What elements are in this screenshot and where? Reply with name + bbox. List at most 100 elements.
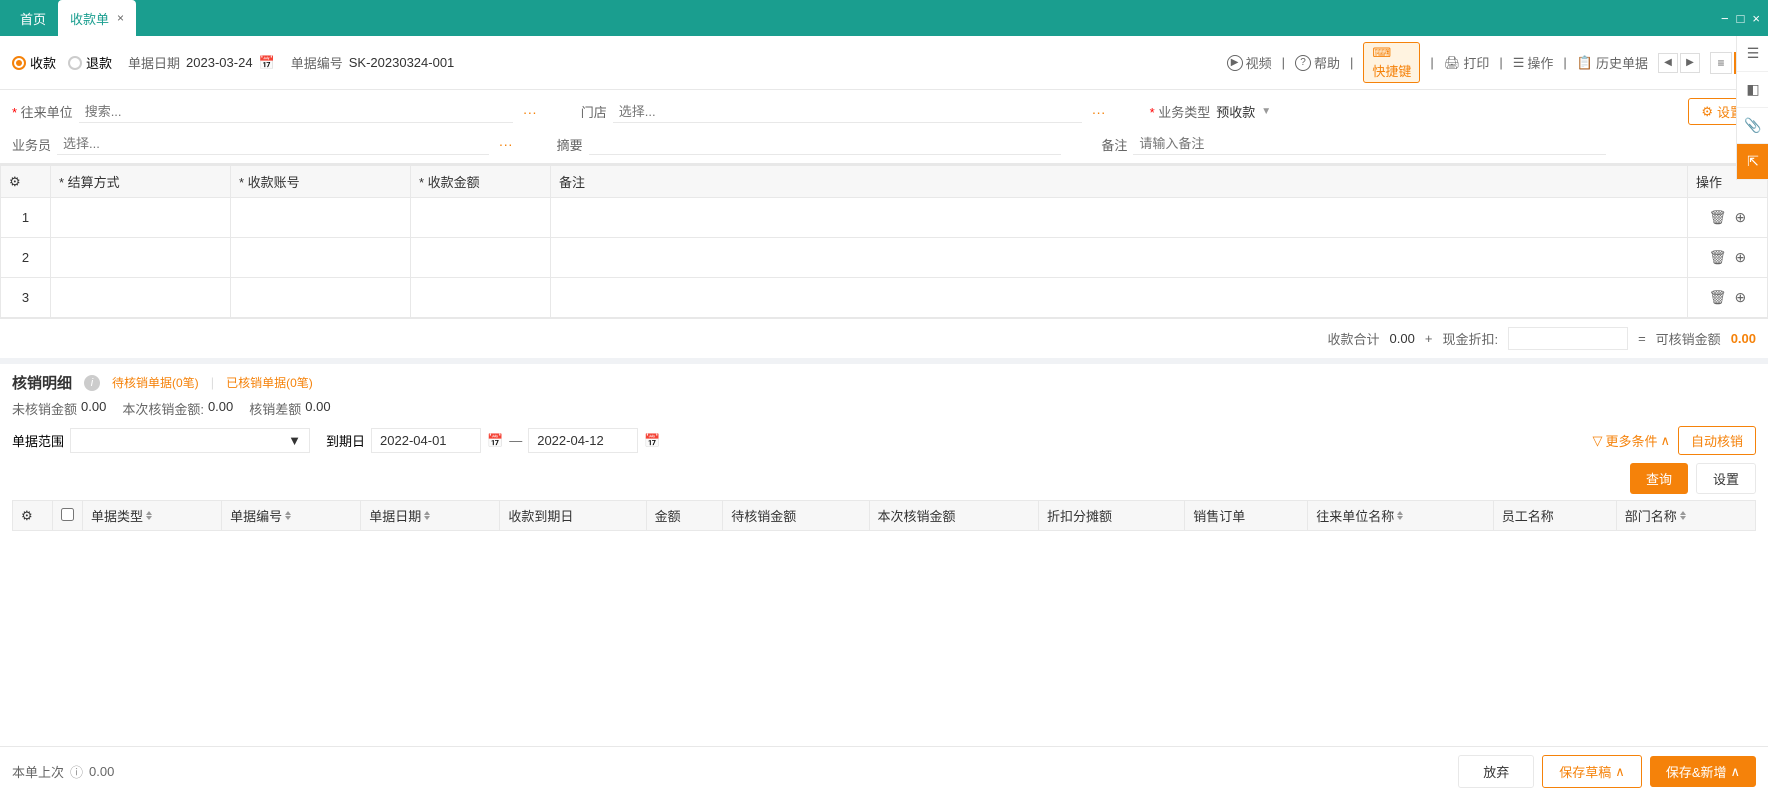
row-copy-icon-3[interactable]: ⊕ <box>1735 289 1747 306</box>
help-btn[interactable]: ? 帮助 <box>1295 53 1340 72</box>
operate-btn[interactable]: ☰ 操作 <box>1513 53 1554 72</box>
verify-settings-btn[interactable]: 设置 <box>1696 463 1756 494</box>
row-settlement-1[interactable] <box>51 198 231 238</box>
sort-doc-type[interactable] <box>146 511 152 520</box>
right-panel-icon-1[interactable]: ☰ <box>1737 36 1768 72</box>
store-more-btn[interactable]: ··· <box>1088 104 1110 120</box>
shortcuts-btn[interactable]: ⌨ 快捷键 <box>1363 42 1420 83</box>
row-amount-3[interactable] <box>411 278 551 318</box>
date-from-input[interactable] <box>371 428 481 453</box>
save-draft-btn[interactable]: 保存草稿 ∧ <box>1542 755 1642 788</box>
diff-value: 0.00 <box>305 399 330 418</box>
current-label: 本次核销金额: <box>122 399 204 418</box>
calendar-icon[interactable]: 📅 <box>259 55 275 71</box>
save-draft-arrow[interactable]: ∧ <box>1615 764 1625 780</box>
help-icon: ? <box>1295 55 1311 71</box>
done-verify-tab[interactable]: 已核销单据(0笔) <box>226 374 313 391</box>
vth-gear[interactable]: ⚙ <box>13 501 53 531</box>
salesperson-input[interactable] <box>57 133 489 155</box>
video-btn[interactable]: ▶ 视频 <box>1227 53 1272 72</box>
abandon-btn[interactable]: 放弃 <box>1458 755 1534 788</box>
row-account-2[interactable] <box>231 238 411 278</box>
counterpart-field: 往来单位 ··· <box>12 101 541 123</box>
query-btn[interactable]: 查询 <box>1630 463 1688 494</box>
tab-receipt[interactable]: 收款单 × <box>58 0 136 36</box>
counterpart-more-btn[interactable]: ··· <box>519 104 541 120</box>
next-arrow[interactable]: ▶ <box>1680 53 1700 73</box>
footer-info-icon[interactable]: ⓘ <box>70 762 83 781</box>
summary-input[interactable] <box>589 133 1062 155</box>
row-settlement-3[interactable] <box>51 278 231 318</box>
select-all-checkbox[interactable] <box>61 508 74 521</box>
diff-label: 核销差额 <box>249 399 301 418</box>
counterpart-input[interactable] <box>79 101 513 123</box>
row-settlement-2[interactable] <box>51 238 231 278</box>
date-from-icon[interactable]: 📅 <box>487 433 503 449</box>
right-panel-icon-4[interactable]: ⇱ <box>1737 144 1768 180</box>
operate-label: 操作 <box>1527 53 1553 72</box>
due-date-filter: 到期日 📅 — 📅 <box>326 428 660 453</box>
verify-title: 核销明细 <box>12 372 72 393</box>
right-panel-icon-3[interactable]: 📎 <box>1737 108 1768 144</box>
row-remark-2[interactable] <box>551 238 1688 278</box>
maximize-icon[interactable]: □ <box>1737 11 1745 26</box>
tab-home[interactable]: 首页 <box>8 0 58 36</box>
verify-table-container: ⚙ 单据类型 <box>12 500 1756 738</box>
th-gear[interactable]: ⚙ <box>1 166 51 198</box>
biz-type-arrow[interactable]: ▼ <box>1261 106 1271 117</box>
biz-type-value: 预收款 <box>1216 102 1255 121</box>
refund-radio[interactable]: 退款 <box>68 53 112 72</box>
form-row-1: 往来单位 ··· 门店 ··· 业务类型 预收款 ▼ ⚙ 设置 <box>12 98 1756 125</box>
store-input[interactable] <box>613 101 1082 123</box>
sort-counterpart[interactable] <box>1397 511 1403 520</box>
print-btn[interactable]: 🖨 打印 <box>1444 53 1490 72</box>
date-field: 单据日期 2023-03-24 📅 <box>128 53 275 72</box>
date-to-input[interactable] <box>528 428 638 453</box>
sort-dept[interactable] <box>1680 511 1686 520</box>
range-select[interactable]: ▼ <box>70 428 310 453</box>
row-copy-icon-2[interactable]: ⊕ <box>1735 249 1747 266</box>
close-icon[interactable]: × <box>1752 11 1760 26</box>
sort-doc-date[interactable] <box>424 511 430 520</box>
biz-type-field: 业务类型 预收款 ▼ <box>1150 102 1679 121</box>
current-stat: 本次核销金额: 0.00 <box>122 399 233 418</box>
pending-verify-tab[interactable]: 待核销单据(0笔) <box>112 374 199 391</box>
remark-input[interactable] <box>1133 133 1606 155</box>
row-amount-1[interactable] <box>411 198 551 238</box>
row-copy-icon-1[interactable]: ⊕ <box>1735 209 1747 226</box>
row-remark-3[interactable] <box>551 278 1688 318</box>
more-conditions-label: 更多条件 <box>1605 431 1657 450</box>
row-delete-icon-1[interactable]: 🗑 <box>1709 209 1727 226</box>
save-new-arrow[interactable]: ∧ <box>1730 764 1740 780</box>
row-remark-1[interactable] <box>551 198 1688 238</box>
list-view-btn[interactable]: ≡ <box>1710 52 1732 74</box>
row-account-1[interactable] <box>231 198 411 238</box>
history-btn[interactable]: 📋 历史单据 <box>1577 53 1648 72</box>
th-account: * 收款账号 <box>231 166 411 198</box>
data-table-container: ⚙ * 结算方式 * 收款账号 * 收款金额 备注 操作 <box>0 164 1768 318</box>
more-conditions-btn[interactable]: ▽ 更多条件 ∧ <box>1592 431 1670 450</box>
row-amount-2[interactable] <box>411 238 551 278</box>
sort-doc-no[interactable] <box>285 511 291 520</box>
query-buttons: 查询 设置 <box>12 463 1756 494</box>
prev-arrow[interactable]: ◀ <box>1658 53 1678 73</box>
date-to-icon[interactable]: 📅 <box>644 433 660 449</box>
receipt-radio[interactable]: 收款 <box>12 53 56 72</box>
verify-info-icon: i <box>84 375 100 391</box>
salesperson-more-btn[interactable]: ··· <box>495 136 517 152</box>
filter-right: ▽ 更多条件 ∧ 自动核销 <box>1592 426 1756 455</box>
save-new-btn[interactable]: 保存&新增 ∧ <box>1650 756 1756 787</box>
row-account-3[interactable] <box>231 278 411 318</box>
discount-input[interactable] <box>1508 327 1628 350</box>
row-delete-icon-3[interactable]: 🗑 <box>1709 289 1727 306</box>
sep3: | <box>1430 55 1433 70</box>
minimize-icon[interactable]: − <box>1721 11 1729 26</box>
range-filter: 单据范围 ▼ <box>12 428 310 453</box>
tab-close-icon[interactable]: × <box>117 11 124 25</box>
vth-checkbox[interactable] <box>53 501 83 531</box>
receipt-radio-dot <box>12 56 26 70</box>
row-delete-icon-2[interactable]: 🗑 <box>1709 249 1727 266</box>
auto-verify-btn[interactable]: 自动核销 <box>1678 426 1756 455</box>
right-panel-icon-2[interactable]: ◧ <box>1737 72 1768 108</box>
vth-doc-date: 单据日期 <box>361 501 500 531</box>
